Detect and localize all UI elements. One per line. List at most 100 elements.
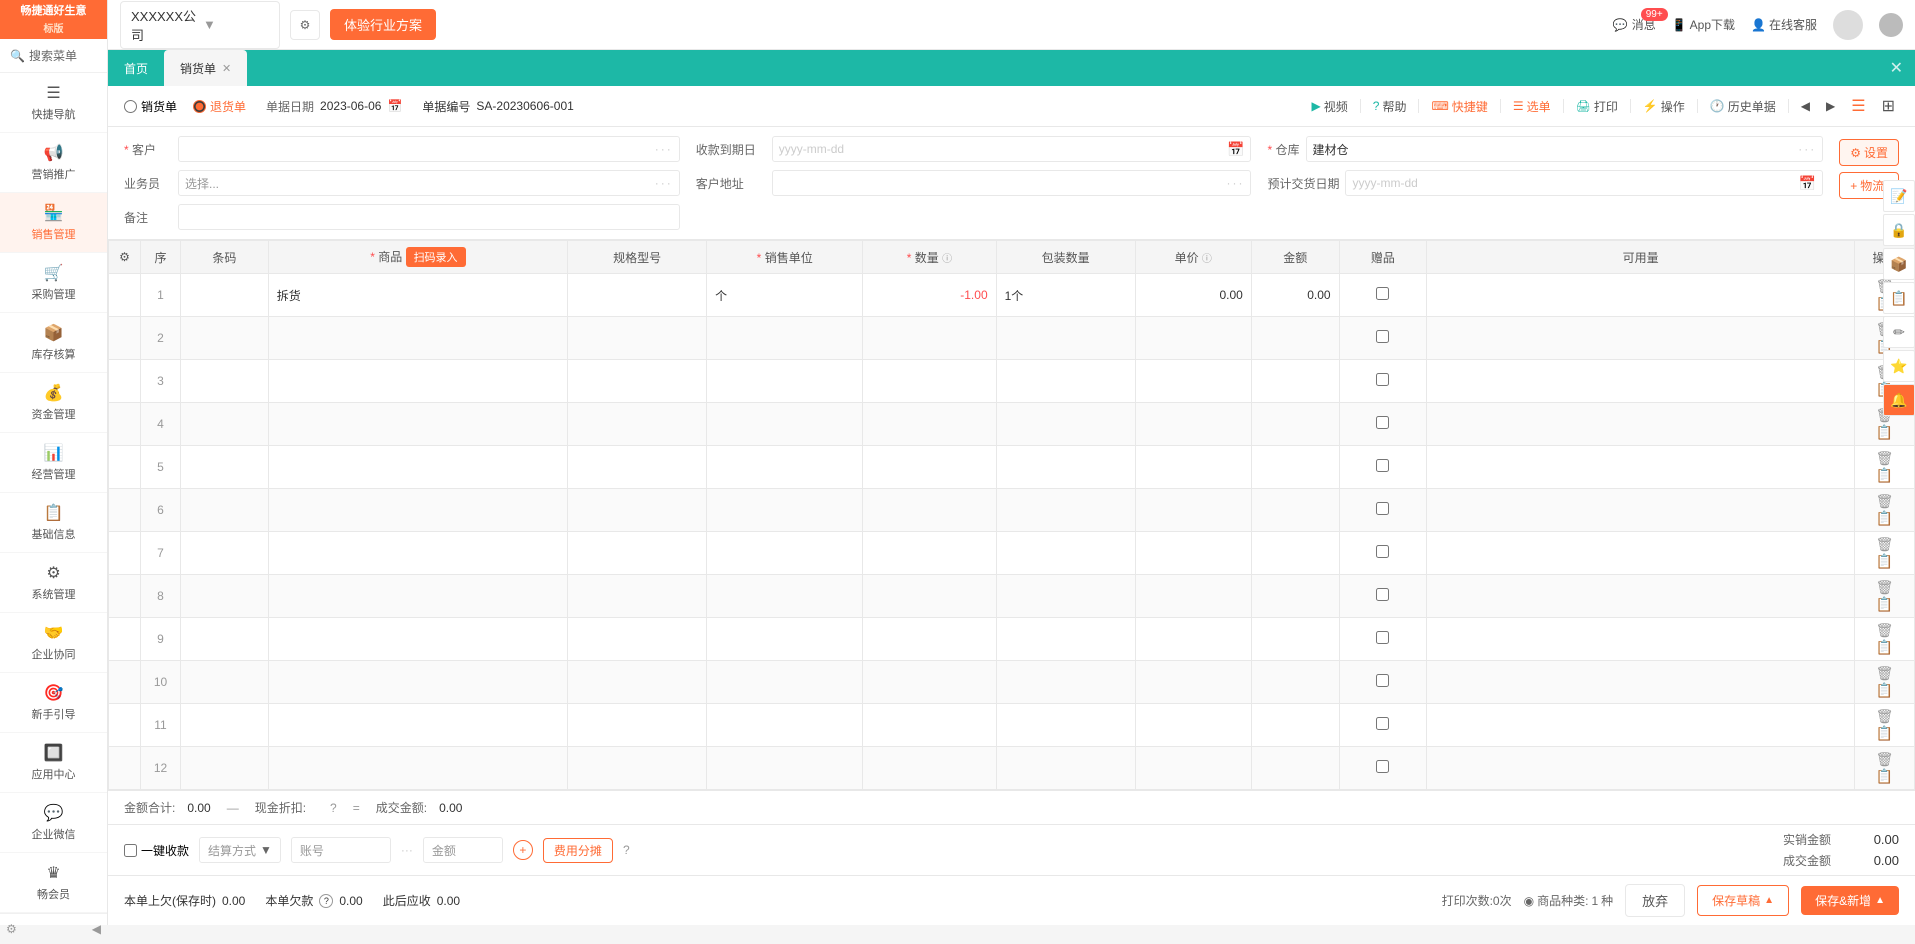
float-btn-2[interactable]: 🔒 <box>1883 214 1915 246</box>
row-copy-btn[interactable]: 📋 <box>1873 510 1896 526</box>
radio-sales-order[interactable]: 销货单 <box>124 98 177 115</box>
toolbar-actions-btn[interactable]: ⚡ 操作 <box>1639 96 1689 117</box>
float-btn-4[interactable]: 📋 <box>1883 282 1915 314</box>
sidebar-item-inventory[interactable]: 📦 库存核算 <box>0 313 107 373</box>
one-click-payment-checkbox[interactable]: 一键收款 <box>124 842 189 859</box>
row-copy-btn[interactable]: 📋 <box>1873 768 1896 784</box>
sidebar-item-sales[interactable]: 🏪 销售管理 <box>0 193 107 253</box>
float-btn-orange[interactable]: 🔔 <box>1883 384 1915 416</box>
row-copy-btn[interactable]: 📋 <box>1873 725 1896 741</box>
remarks-field[interactable] <box>178 204 680 230</box>
customer-addr-field[interactable]: ··· <box>772 170 1252 196</box>
toolbar-video-btn[interactable]: ▶ 视频 <box>1308 96 1352 117</box>
sidebar-item-basics[interactable]: 📋 基础信息 <box>0 493 107 553</box>
trial-btn[interactable]: 体验行业方案 <box>330 9 436 40</box>
expected-date-calendar-icon[interactable]: 📅 <box>1799 175 1816 192</box>
tab-home[interactable]: 首页 <box>108 50 164 86</box>
row-copy-btn[interactable]: 📋 <box>1873 596 1896 612</box>
sidebar-item-system[interactable]: ⚙ 系统管理 <box>0 553 107 613</box>
row-copy-btn[interactable]: 📋 <box>1873 553 1896 569</box>
warehouse-field[interactable]: 建材仓 ··· <box>1306 136 1824 162</box>
row-delete-btn[interactable]: 🗑 <box>1873 450 1897 466</box>
payment-amount-field[interactable]: 金额 <box>423 837 503 863</box>
sidebar-item-marketing[interactable]: 📢 营销推广 <box>0 133 107 193</box>
sidebar-item-guide[interactable]: 🎯 新手引导 <box>0 673 107 733</box>
float-btn-1[interactable]: 📝 <box>1883 180 1915 212</box>
table-row: 11 🗑 📋 <box>109 704 1915 747</box>
sidebar-item-quick-nav[interactable]: ☰ 快捷导航 <box>0 73 107 133</box>
row-delete-btn[interactable]: 🗑 <box>1873 579 1897 595</box>
divider6 <box>1697 99 1698 113</box>
row-delete-btn[interactable]: 🗑 <box>1873 708 1897 724</box>
discount-help-icon[interactable]: ? <box>330 801 337 815</box>
staff-field[interactable]: 选择... ··· <box>178 170 680 196</box>
toolbar-history-btn[interactable]: 🕐 历史单据 <box>1706 96 1780 117</box>
phone-icon: 📱 <box>1672 18 1687 32</box>
toolbar-print-btn[interactable]: 🖨 打印 <box>1572 96 1622 117</box>
row-delete-btn[interactable]: 🗑 <box>1873 665 1897 681</box>
table-row: 4 🗑 📋 <box>109 403 1915 446</box>
tab-sales-order[interactable]: 销货单 ✕ <box>164 50 247 86</box>
date-picker-icon[interactable]: 📅 <box>387 99 402 113</box>
account-dots-btn[interactable]: ··· <box>401 843 413 857</box>
toolbar-grid-view-btn[interactable]: ⊞ <box>1878 94 1899 118</box>
online-service-btn[interactable]: 👤 在线客服 <box>1751 16 1817 33</box>
sidebar-item-member[interactable]: ♛ 畅会员 <box>0 853 107 913</box>
sidebar-item-purchase[interactable]: 🛒 采购管理 <box>0 253 107 313</box>
message-btn[interactable]: 💬 消息 99+ <box>1613 16 1656 33</box>
sidebar-item-enterprise[interactable]: 🤝 企业协同 <box>0 613 107 673</box>
row-copy-btn[interactable]: 📋 <box>1873 682 1896 698</box>
col-settings[interactable]: ⚙ <box>109 241 141 274</box>
float-btn-5[interactable]: ✏ <box>1883 316 1915 348</box>
payment-method-select[interactable]: 结算方式 ▼ <box>199 837 281 863</box>
toolbar-next-btn[interactable]: ▶ <box>1822 97 1839 115</box>
scan-btn[interactable]: 扫码录入 <box>406 247 466 267</box>
toolbar-help-btn[interactable]: ? 帮助 <box>1369 96 1411 117</box>
user-avatar[interactable] <box>1833 10 1863 40</box>
float-btn-6[interactable]: ⭐ <box>1883 350 1915 382</box>
payment-account-field[interactable]: 账号 <box>291 837 391 863</box>
expense-help-icon[interactable]: ? <box>623 843 630 857</box>
sidebar-item-operations[interactable]: 📊 经营管理 <box>0 433 107 493</box>
discard-btn[interactable]: 放弃 <box>1625 884 1685 917</box>
settings-side-btn[interactable]: ⚙ 设置 <box>1839 139 1899 166</box>
collapse-sidebar-btn[interactable]: ◀ <box>92 922 101 936</box>
radio-return-order[interactable]: 退货单 <box>193 98 246 115</box>
company-select[interactable]: XXXXXX公司 ▼ <box>120 1 280 49</box>
row-copy-btn[interactable]: 📋 <box>1873 424 1896 440</box>
toolbar-list-view-btn[interactable]: ☰ <box>1847 94 1869 118</box>
save-draft-btn[interactable]: 保存草稿 ▲ <box>1697 885 1789 916</box>
row-delete-btn[interactable]: 🗑 <box>1873 622 1897 638</box>
customer-field[interactable]: ··· <box>178 136 680 162</box>
search-menu[interactable]: 🔍 搜索菜单 <box>0 39 107 73</box>
row-copy-btn[interactable]: 📋 <box>1873 467 1896 483</box>
table-row: 1 拆货 个 -1.00 1个 0.00 0.00 🗑 📋 <box>109 274 1915 317</box>
toolbar-prev-btn[interactable]: ◀ <box>1797 97 1814 115</box>
app-download-btn[interactable]: 📱 App下载 <box>1672 16 1735 33</box>
due-date-field[interactable]: yyyy-mm-dd 📅 <box>772 136 1252 162</box>
row-delete-btn[interactable]: 🗑 <box>1873 536 1897 552</box>
save-new-btn[interactable]: 保存&新增 ▲ <box>1801 886 1899 915</box>
expense-split-btn[interactable]: 费用分摊 <box>543 838 613 863</box>
expected-date-field[interactable]: yyyy-mm-dd 📅 <box>1345 170 1823 196</box>
add-payment-btn[interactable]: + <box>513 840 533 860</box>
total-owe-help-icon[interactable]: ? <box>319 894 333 908</box>
row-delete-btn[interactable]: 🗑 <box>1873 751 1897 767</box>
row-copy-btn[interactable]: 📋 <box>1873 639 1896 655</box>
settings-btn[interactable]: ⚙ <box>290 10 320 40</box>
sidebar-item-wechat[interactable]: 💬 企业微信 <box>0 793 107 853</box>
sidebar-item-appstore[interactable]: 🔲 应用中心 <box>0 733 107 793</box>
due-date-calendar-icon[interactable]: 📅 <box>1227 141 1244 158</box>
row-delete-btn[interactable]: 🗑 <box>1873 493 1897 509</box>
product-type-info[interactable]: ◉ 商品种类: 1 种 <box>1524 892 1614 909</box>
toolbar-select-btn[interactable]: ☰ 选单 <box>1509 96 1555 117</box>
remarks-row: 备注 <box>124 203 680 231</box>
should-receive: 此后应收 0.00 <box>383 892 460 909</box>
float-btn-3[interactable]: 📦 <box>1883 248 1915 280</box>
sidebar-item-finance[interactable]: 💰 资金管理 <box>0 373 107 433</box>
toolbar-shortcuts-btn[interactable]: ⌨ 快捷键 <box>1427 96 1491 117</box>
user-avatar2[interactable] <box>1879 13 1903 37</box>
settings-gear-icon[interactable]: ⚙ <box>6 922 17 936</box>
close-tab-icon[interactable]: ✕ <box>222 62 231 75</box>
close-all-tabs-btn[interactable]: ✕ <box>1878 58 1915 78</box>
